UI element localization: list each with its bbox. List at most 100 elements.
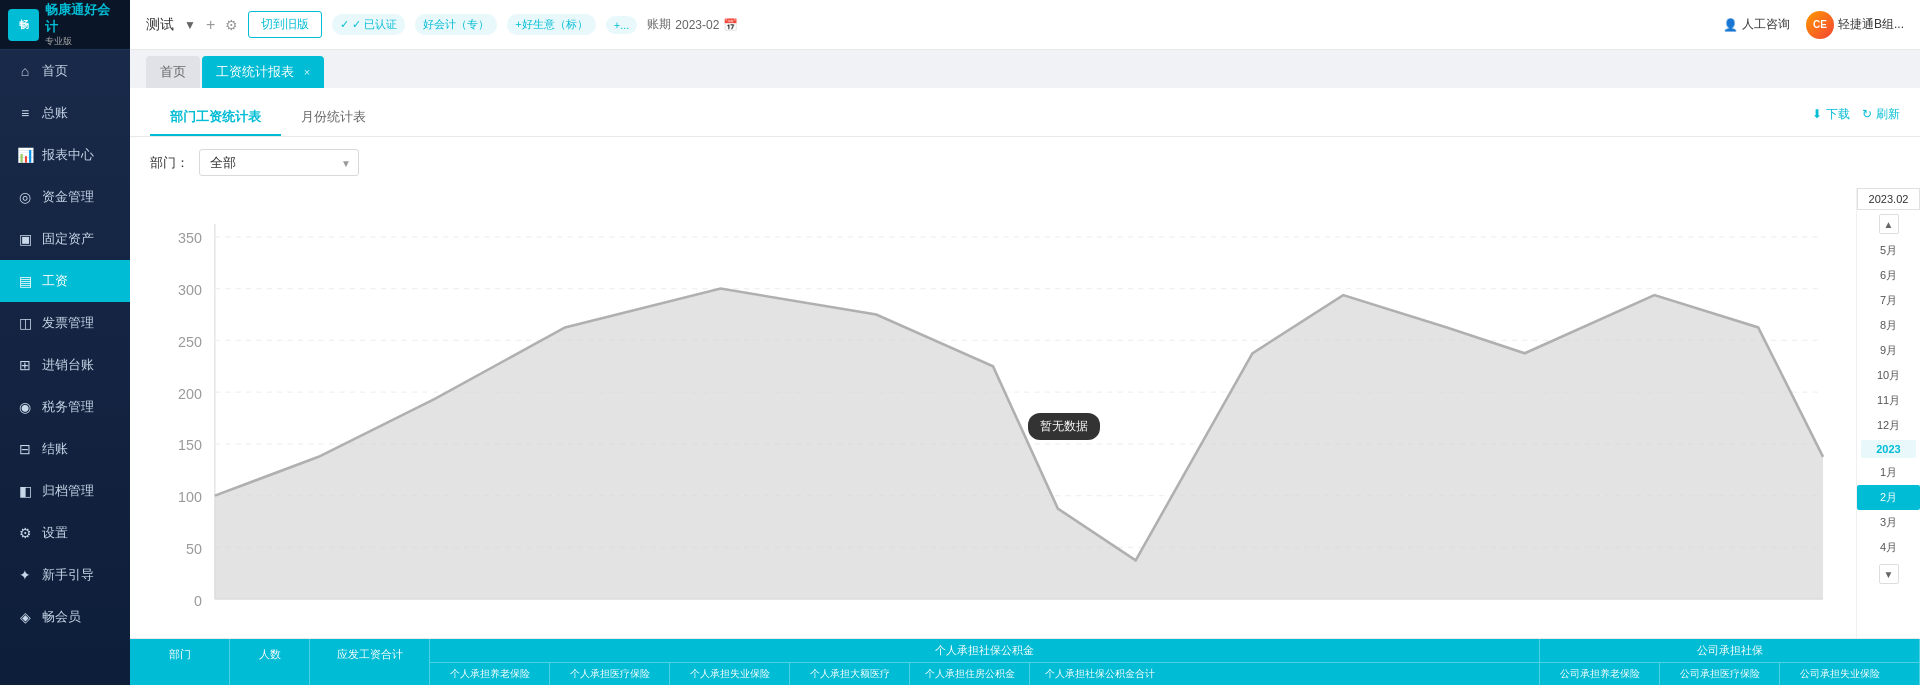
- member-icon: ◈: [16, 609, 34, 625]
- th-personal-housing: 个人承担住房公积金: [910, 663, 1030, 685]
- sidebar-item-archive[interactable]: ◧ 归档管理: [0, 470, 130, 512]
- th-company-medical: 公司承担医疗保险: [1660, 663, 1780, 685]
- tab-salary[interactable]: 工资统计报表 ×: [202, 56, 324, 88]
- topbar-plus[interactable]: +: [206, 16, 215, 34]
- consult-icon: 👤: [1723, 18, 1738, 32]
- table-area: 部门 人数 应发工资合计 个人承担社保公积金 个人承担养老保险 个人承担医疗保险…: [130, 638, 1920, 685]
- topbar-right: 👤 人工咨询 CE 轻捷通B组...: [1723, 11, 1904, 39]
- svg-text:100: 100: [178, 489, 202, 505]
- sidebar-item-home[interactable]: ⌂ 首页: [0, 50, 130, 92]
- report-icon: 📊: [16, 147, 34, 163]
- avatar: CE: [1806, 11, 1834, 39]
- date-month-3[interactable]: 3月: [1857, 510, 1920, 535]
- sidebar-item-salary[interactable]: ▤ 工资: [0, 260, 130, 302]
- chart-area: 0 50 100 150 200 250 300 350 暂无数据: [130, 188, 1856, 638]
- date-nav-down-btn[interactable]: ▼: [1879, 564, 1899, 584]
- tab-salary-label: 工资统计报表: [216, 64, 294, 79]
- th-personal-unemployment: 个人承担失业保险: [670, 663, 790, 685]
- sub-tab-monthly[interactable]: 月份统计表: [281, 100, 386, 136]
- sidebar-item-settings-label: 设置: [42, 524, 68, 542]
- sidebar-item-home-label: 首页: [42, 62, 68, 80]
- consult-label: 人工咨询: [1742, 16, 1790, 33]
- consult-link[interactable]: 👤 人工咨询: [1723, 16, 1790, 33]
- th-company-unemployment: 公司承担失业保险: [1780, 663, 1900, 685]
- date-nav-up: ▲: [1857, 210, 1920, 238]
- sub-tab-monthly-label: 月份统计表: [301, 109, 366, 124]
- date-nav-up-btn[interactable]: ▲: [1879, 214, 1899, 234]
- project-dropdown[interactable]: ▼: [184, 18, 196, 32]
- main-content: 测试 ▼ + ⚙ 切到旧版 ✓ ✓ 已认证 好会计（专） +好生意（标） +..…: [130, 0, 1920, 685]
- download-btn[interactable]: ⬇ 下载: [1812, 106, 1850, 123]
- th-total-salary: 应发工资合计: [310, 639, 430, 685]
- content-area: 部门工资统计表 月份统计表 ⬇ 下载 ↻ 刷新 部门： 全部: [130, 88, 1920, 685]
- archive-icon: ◧: [16, 483, 34, 499]
- tab-home[interactable]: 首页: [146, 56, 200, 88]
- edition-label: 专业版: [45, 36, 122, 48]
- date-month-6[interactable]: 6月: [1857, 263, 1920, 288]
- sidebar-item-salary-label: 工资: [42, 272, 68, 290]
- sidebar-item-settle[interactable]: ⊟ 结账: [0, 428, 130, 470]
- svg-text:200: 200: [178, 386, 202, 402]
- tax-icon: ◉: [16, 399, 34, 415]
- sidebar-item-fund[interactable]: ◎ 资金管理: [0, 176, 130, 218]
- date-month-9[interactable]: 9月: [1857, 338, 1920, 363]
- ledger-icon: ≡: [16, 105, 34, 121]
- th-personal-medical: 个人承担医疗保险: [550, 663, 670, 685]
- sidebar-item-invoice[interactable]: ◫ 发票管理: [0, 302, 130, 344]
- filter-select-wrap: 全部 销售部 财务部 人事部 技术部: [199, 149, 359, 176]
- department-select[interactable]: 全部 销售部 财务部 人事部 技术部: [199, 149, 359, 176]
- right-panel: 2023.02 ▲ 5月 6月 7月 8月 9月 10月 11月 12月 202…: [1856, 188, 1920, 638]
- svg-text:150: 150: [178, 437, 202, 453]
- period-value: 2023-02: [675, 18, 719, 32]
- date-month-10[interactable]: 10月: [1857, 363, 1920, 388]
- date-month-7[interactable]: 7月: [1857, 288, 1920, 313]
- settings-icon: ⚙: [16, 525, 34, 541]
- sidebar-item-tax[interactable]: ◉ 税务管理: [0, 386, 130, 428]
- topbar-gear[interactable]: ⚙: [225, 17, 238, 33]
- logo-char: 畅: [19, 18, 29, 32]
- refresh-label: 刷新: [1876, 106, 1900, 123]
- th-personal-total: 个人承担社保公积金合计: [1030, 663, 1170, 685]
- sidebar-item-settle-label: 结账: [42, 440, 68, 458]
- topbar: 测试 ▼ + ⚙ 切到旧版 ✓ ✓ 已认证 好会计（专） +好生意（标） +..…: [130, 0, 1920, 50]
- sub-tab-actions: ⬇ 下载 ↻ 刷新: [1812, 106, 1900, 131]
- sidebar-item-member[interactable]: ◈ 畅会员: [0, 596, 130, 638]
- filter-bar: 部门： 全部 销售部 财务部 人事部 技术部: [130, 137, 1920, 188]
- date-month-5[interactable]: 5月: [1857, 238, 1920, 263]
- switch-old-btn[interactable]: 切到旧版: [248, 11, 322, 38]
- sidebar-item-report[interactable]: 📊 报表中心: [0, 134, 130, 176]
- date-month-4[interactable]: 4月: [1857, 535, 1920, 560]
- sidebar-item-purchase[interactable]: ⊞ 进销台账: [0, 344, 130, 386]
- sidebar-item-asset[interactable]: ▣ 固定资产: [0, 218, 130, 260]
- svg-text:250: 250: [178, 334, 202, 350]
- calendar-icon[interactable]: 📅: [723, 18, 738, 32]
- date-month-8[interactable]: 8月: [1857, 313, 1920, 338]
- certified-tag: ✓ ✓ 已认证: [332, 14, 405, 35]
- th-company-group-title: 公司承担社保: [1540, 639, 1919, 663]
- salary-chart: 0 50 100 150 200 250 300 350: [150, 198, 1836, 638]
- date-month-2-active[interactable]: 2月: [1857, 485, 1920, 510]
- th-company-pension: 公司承担养老保险: [1540, 663, 1660, 685]
- th-personal-group-cols: 个人承担养老保险 个人承担医疗保险 个人承担失业保险 个人承担大额医疗 个人承担…: [430, 663, 1539, 685]
- download-icon: ⬇: [1812, 107, 1822, 121]
- fund-icon: ◎: [16, 189, 34, 205]
- sub-tab-department[interactable]: 部门工资统计表: [150, 100, 281, 136]
- app-logo: 畅 畅康通好会计 专业版: [0, 0, 130, 50]
- sidebar-item-settings[interactable]: ⚙ 设置: [0, 512, 130, 554]
- sidebar-item-ledger[interactable]: ≡ 总账: [0, 92, 130, 134]
- tag3: +...: [606, 16, 638, 34]
- svg-marker-17: [215, 289, 1823, 600]
- sidebar-item-guide[interactable]: ✦ 新手引导: [0, 554, 130, 596]
- certified-label: ✓ 已认证: [352, 17, 397, 32]
- date-current[interactable]: 2023.02: [1857, 188, 1920, 210]
- date-month-11[interactable]: 11月: [1857, 388, 1920, 413]
- date-month-1[interactable]: 1月: [1857, 460, 1920, 485]
- date-month-12[interactable]: 12月: [1857, 413, 1920, 438]
- sidebar-item-report-label: 报表中心: [42, 146, 94, 164]
- sidebar-item-asset-label: 固定资产: [42, 230, 94, 248]
- tab-salary-close[interactable]: ×: [304, 66, 310, 78]
- refresh-btn[interactable]: ↻ 刷新: [1862, 106, 1900, 123]
- settle-icon: ⊟: [16, 441, 34, 457]
- purchase-icon: ⊞: [16, 357, 34, 373]
- period-label: 账期: [647, 16, 671, 33]
